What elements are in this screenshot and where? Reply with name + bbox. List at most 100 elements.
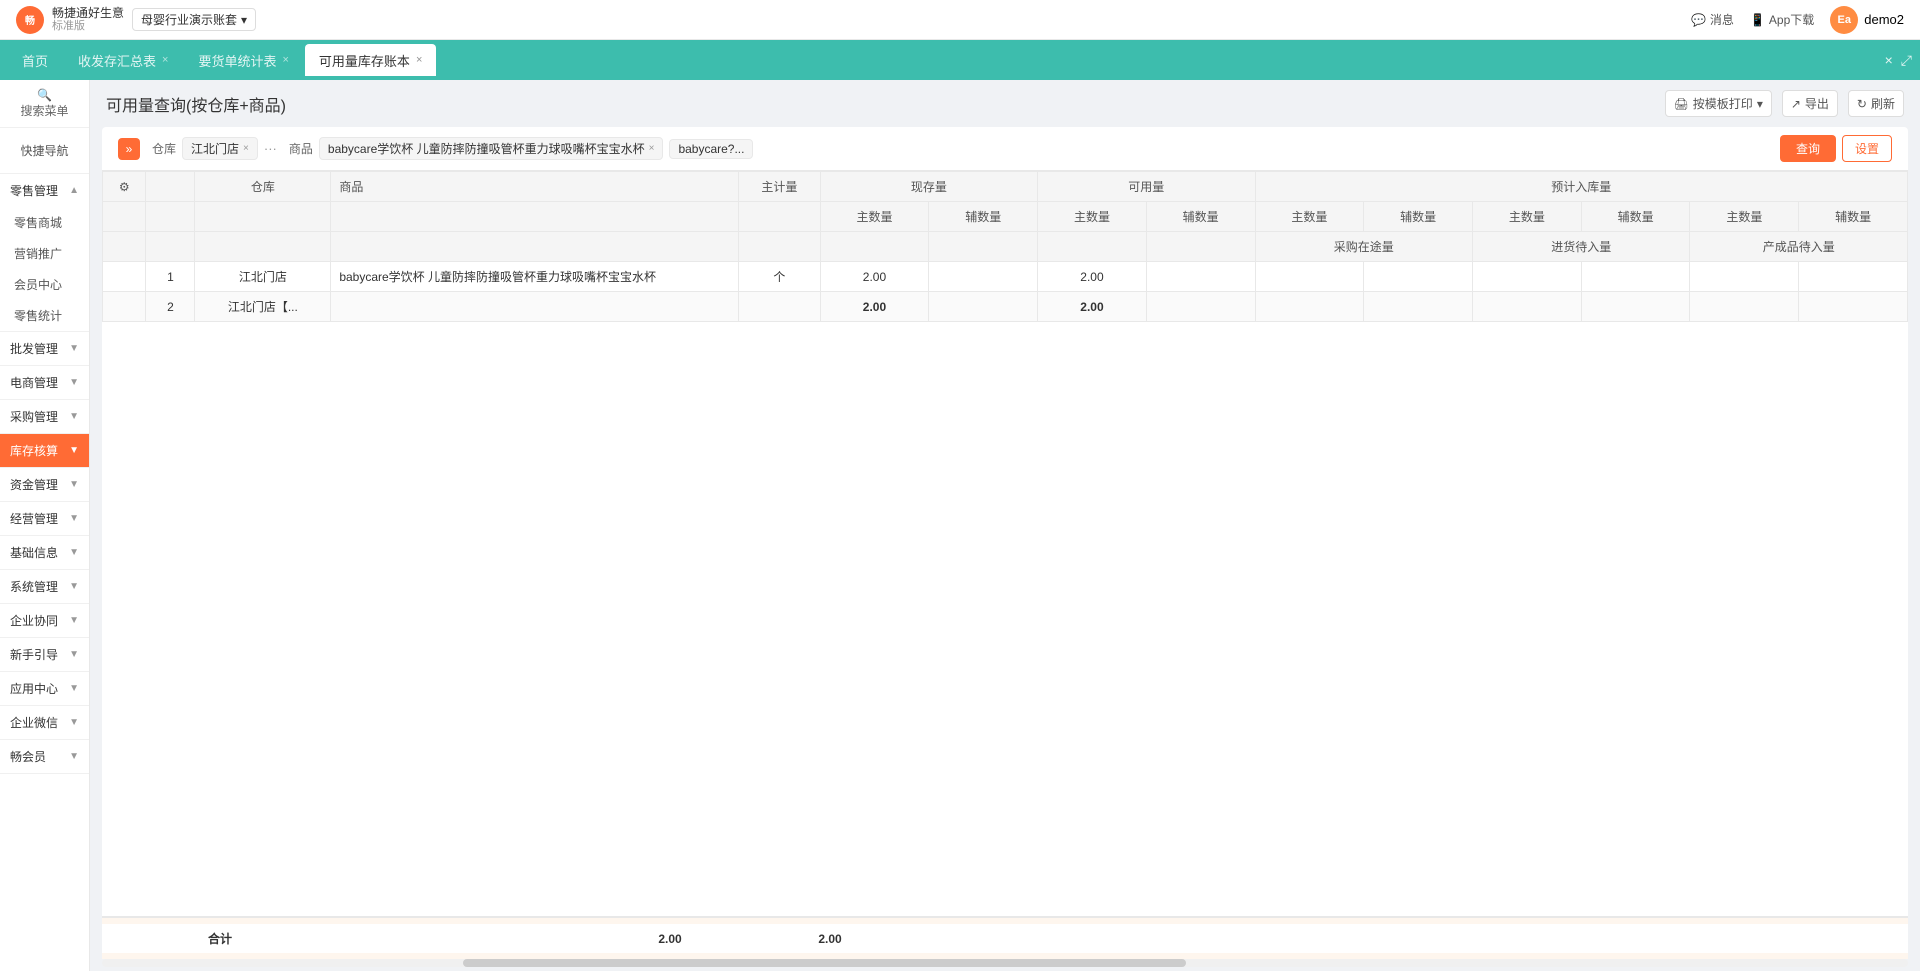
- sidebar-item-retail-mall[interactable]: 零售商城: [0, 207, 89, 238]
- row2-warehouse: 江北门店【...: [195, 292, 331, 322]
- sidebar-section-system-header[interactable]: 系统管理 ▼: [0, 570, 89, 603]
- export-button[interactable]: ↗ 导出: [1782, 90, 1838, 117]
- sidebar-section-newbie-header[interactable]: 新手引导 ▼: [0, 638, 89, 671]
- th-stock-aux: 辅数量: [929, 202, 1038, 232]
- sidebar-section-inventory-header[interactable]: 库存核算 ▼: [0, 434, 89, 467]
- refresh-icon: ↻: [1857, 97, 1867, 111]
- summary-available-main: 2.00: [790, 924, 870, 953]
- filter-expand-button[interactable]: »: [118, 138, 140, 160]
- page-header: 可用量查询(按仓库+商品) 🖨 按模板打印 ▾ ↗ 导出 ↻ 刷新: [90, 80, 1920, 127]
- row1-unit: 个: [739, 262, 821, 292]
- row1-warehouse: 江北门店: [195, 262, 331, 292]
- row1-production-main: [1690, 262, 1799, 292]
- row1-product: babycare学饮杯 儿童防摔防撞吸管杯重力球吸嘴杯宝宝水杯: [331, 262, 739, 292]
- sidebar-section-enterprise-header[interactable]: 企业协同 ▼: [0, 604, 89, 637]
- product-tag-1-close[interactable]: ×: [649, 143, 655, 154]
- sidebar-section-basic-header[interactable]: 基础信息 ▼: [0, 536, 89, 569]
- summary-label: 合计: [170, 924, 270, 953]
- chevron-down-icon: ▼: [69, 751, 79, 762]
- th-purchase-in-group: 采购在途量: [1255, 232, 1472, 262]
- sidebar-item-members[interactable]: 会员中心: [0, 269, 89, 300]
- th-seq: [146, 172, 195, 202]
- warehouse-tag[interactable]: 江北门店 ×: [182, 137, 258, 160]
- sidebar-section-operations: 经营管理 ▼: [0, 502, 89, 536]
- scrollbar-thumb: [463, 959, 1185, 967]
- row1-available-main: 2.00: [1038, 262, 1147, 292]
- tab-close-all-button[interactable]: ×: [1885, 52, 1893, 68]
- th-available-group: 可用量: [1038, 172, 1255, 202]
- row2-stock-main: 2.00: [820, 292, 929, 322]
- chevron-up-icon: ▲: [69, 185, 79, 196]
- row1-incoming-aux: [1581, 262, 1690, 292]
- row2-purchase-in-main: [1255, 292, 1364, 322]
- message-button[interactable]: 💬 消息: [1691, 11, 1734, 28]
- sidebar-section-purchase-header[interactable]: 采购管理 ▼: [0, 400, 89, 433]
- summary-stock-main: 2.00: [630, 924, 710, 953]
- sidebar-section-operations-header[interactable]: 经营管理 ▼: [0, 502, 89, 535]
- content-area: 可用量查询(按仓库+商品) 🖨 按模板打印 ▾ ↗ 导出 ↻ 刷新: [90, 80, 1920, 971]
- th-incoming-aux: 辅数量: [1581, 202, 1690, 232]
- sidebar-section-appstore-header[interactable]: 应用中心 ▼: [0, 672, 89, 705]
- sidebar-section-system: 系统管理 ▼: [0, 570, 89, 604]
- th-available-main: 主数量: [1038, 202, 1147, 232]
- query-button[interactable]: 查询: [1780, 135, 1836, 162]
- tab-available-inventory[interactable]: 可用量库存账本 ×: [305, 44, 436, 76]
- table-area: ⚙ 仓库 商品 主计量 现存量 可用量 预计入库量: [102, 171, 1908, 916]
- product-tag-2[interactable]: babycare?...: [669, 139, 753, 159]
- sidebar-section-member-header[interactable]: 畅会员 ▼: [0, 740, 89, 773]
- chevron-down-icon: ▼: [69, 649, 79, 660]
- print-button[interactable]: 🖨 按模板打印 ▾: [1665, 90, 1772, 117]
- product-filter-group: 商品 babycare学饮杯 儿童防摔防撞吸管杯重力球吸嘴杯宝宝水杯 × bab…: [289, 137, 754, 160]
- user-area[interactable]: Ea demo2: [1830, 6, 1904, 34]
- th-warehouse-2: [195, 202, 331, 232]
- sidebar-section-ecommerce-header[interactable]: 电商管理 ▼: [0, 366, 89, 399]
- summary-seq: [134, 924, 170, 953]
- tab-close-receipt[interactable]: ×: [162, 54, 168, 66]
- sidebar-section-wecom-header[interactable]: 企业微信 ▼: [0, 706, 89, 739]
- row2-settings: [103, 292, 146, 322]
- warehouse-more-button[interactable]: ···: [264, 141, 277, 156]
- sidebar-search[interactable]: 🔍 搜索菜单: [0, 80, 89, 128]
- top-bar: 畅 畅捷通好生意 标准版 母婴行业演示账套 ▾ 💬 消息 📱 App下载 Ea …: [0, 0, 1920, 40]
- row2-seq: 2: [146, 292, 195, 322]
- tab-order-stats[interactable]: 要货单统计表 ×: [184, 44, 302, 76]
- tab-close-inventory[interactable]: ×: [416, 54, 422, 66]
- sidebar-item-quick-nav[interactable]: 快捷导航: [0, 134, 89, 167]
- sidebar-item-marketing[interactable]: 营销推广: [0, 238, 89, 269]
- sidebar-section-retail-header[interactable]: 零售管理 ▲: [0, 174, 89, 207]
- row2-incoming-aux: [1581, 292, 1690, 322]
- sidebar-item-retail-stats[interactable]: 零售统计: [0, 300, 89, 331]
- chevron-down-icon: ▼: [69, 343, 79, 354]
- warehouse-label: 仓库: [152, 140, 176, 157]
- sidebar-section-wholesale-header[interactable]: 批发管理 ▼: [0, 332, 89, 365]
- th-settings[interactable]: ⚙: [103, 172, 146, 202]
- account-selector[interactable]: 母婴行业演示账套 ▾: [132, 8, 256, 31]
- chevron-down-icon: ▼: [69, 615, 79, 626]
- app-download-button[interactable]: 📱 App下载: [1750, 11, 1814, 28]
- message-icon: 💬: [1691, 13, 1706, 27]
- th-product-2: [331, 202, 739, 232]
- filter-actions: 查询 设置: [1780, 135, 1892, 162]
- th-available-aux: 辅数量: [1146, 202, 1255, 232]
- th-production-aux: 辅数量: [1799, 202, 1908, 232]
- th-stock-main: 主数量: [820, 202, 929, 232]
- product-tag-1[interactable]: babycare学饮杯 儿童防摔防撞吸管杯重力球吸嘴杯宝宝水杯 ×: [319, 137, 664, 160]
- th-unit-2: [739, 202, 821, 232]
- sidebar-section-finance-header[interactable]: 资金管理 ▼: [0, 468, 89, 501]
- tab-receipt-summary[interactable]: 收发存汇总表 ×: [64, 44, 182, 76]
- refresh-button[interactable]: ↻ 刷新: [1848, 90, 1904, 117]
- tab-restore-button[interactable]: ⤢: [1901, 52, 1912, 69]
- th-purchase-in-main: 主数量: [1255, 202, 1364, 232]
- warehouse-tag-close[interactable]: ×: [243, 143, 249, 154]
- setting-button[interactable]: 设置: [1842, 135, 1892, 162]
- tab-home[interactable]: 首页: [8, 44, 62, 76]
- tab-close-order[interactable]: ×: [282, 54, 288, 66]
- chevron-down-icon: ▼: [69, 547, 79, 558]
- sidebar-section-wecom: 企业微信 ▼: [0, 706, 89, 740]
- sidebar-section-ecommerce: 电商管理 ▼: [0, 366, 89, 400]
- summary-table: 合计 2.00 2.00: [102, 924, 1908, 953]
- top-bar-left: 畅 畅捷通好生意 标准版 母婴行业演示账套 ▾: [16, 6, 256, 34]
- sidebar-section-appstore: 应用中心 ▼: [0, 672, 89, 706]
- horizontal-scrollbar[interactable]: [102, 959, 1908, 967]
- avatar: Ea: [1830, 6, 1858, 34]
